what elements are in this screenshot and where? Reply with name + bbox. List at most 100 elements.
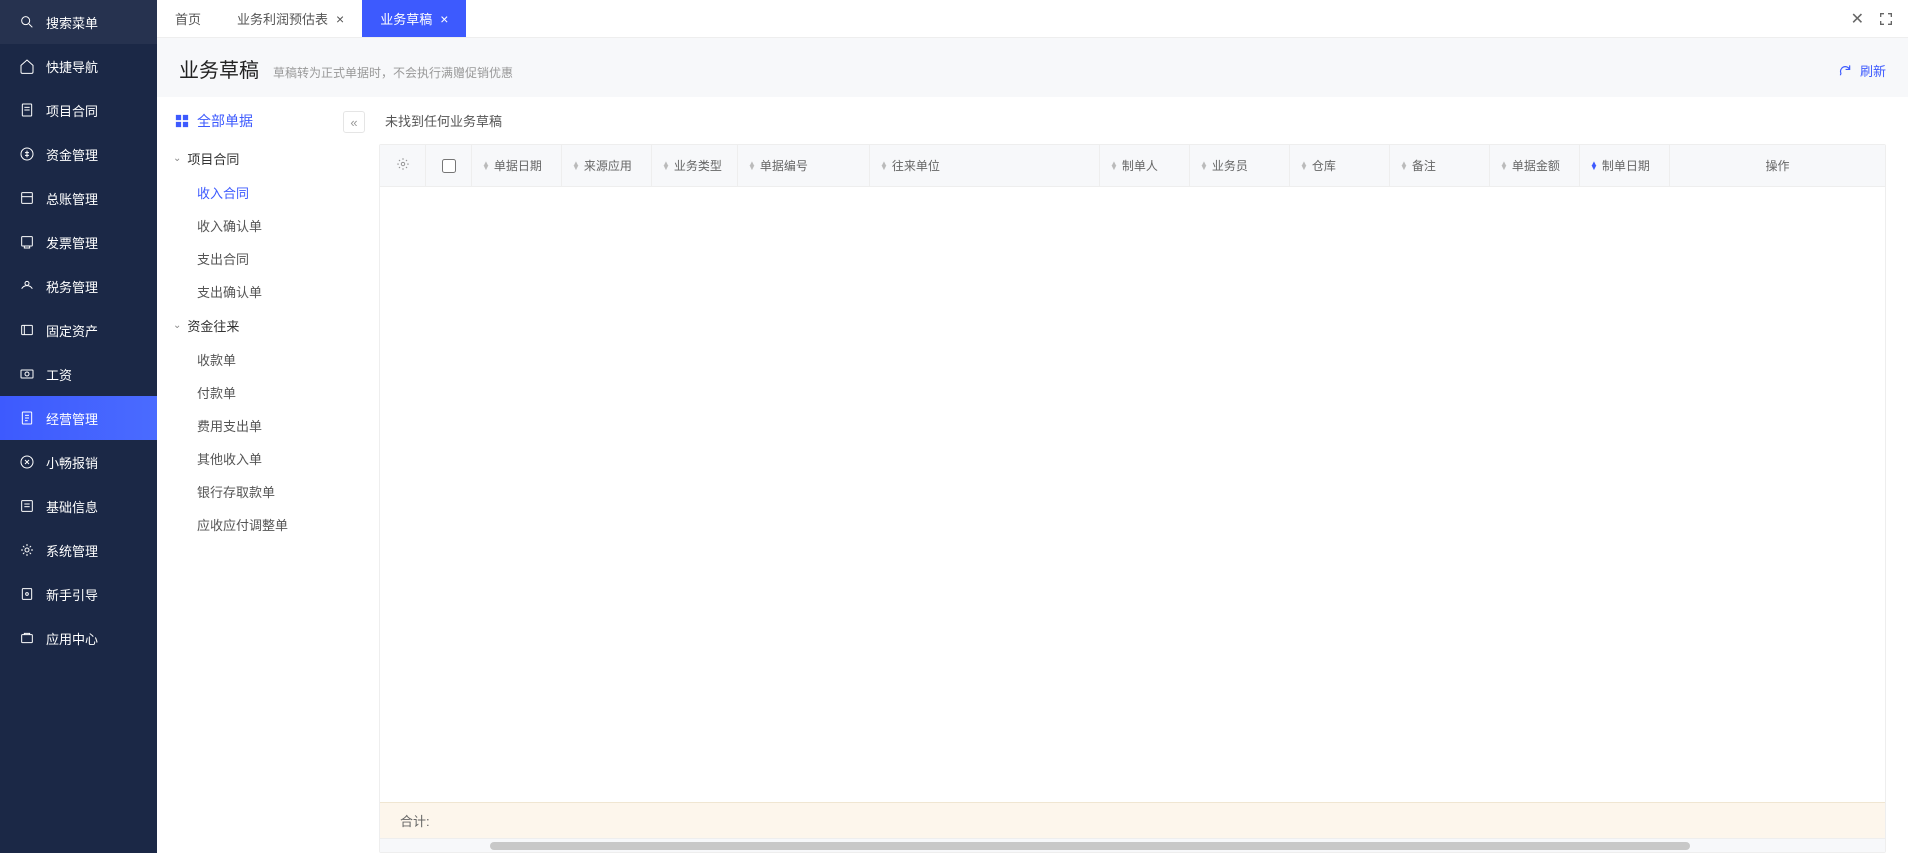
close-icon[interactable]: × <box>440 12 448 26</box>
sidebar-item-asset[interactable]: 固定资产 <box>0 308 157 352</box>
col-amount[interactable]: ▲▼单据金额 <box>1490 145 1580 186</box>
sidebar-label: 税务管理 <box>46 277 98 296</box>
invoice-icon <box>18 233 36 251</box>
sidebar-item-ledger[interactable]: 总账管理 <box>0 176 157 220</box>
sidebar-item-search[interactable]: 搜索菜单 <box>0 0 157 44</box>
info-icon <box>18 497 36 515</box>
chevron-left-icon: « <box>350 115 357 130</box>
sec-item-income-contract[interactable]: 收入合同 <box>157 176 371 209</box>
col-contact-unit[interactable]: ▲▼往来单位 <box>870 145 1100 186</box>
money-icon <box>18 145 36 163</box>
select-all-checkbox[interactable] <box>426 145 472 186</box>
tab-business-draft[interactable]: 业务草稿 × <box>362 0 466 37</box>
table-body <box>380 187 1885 802</box>
sidebar-item-expense[interactable]: 小畅报销 <box>0 440 157 484</box>
sidebar-label: 应用中心 <box>46 629 98 648</box>
business-icon <box>18 409 36 427</box>
col-creator[interactable]: ▲▼制单人 <box>1100 145 1190 186</box>
tab-label: 首页 <box>175 9 201 28</box>
tab-label: 业务利润预估表 <box>237 9 328 28</box>
sidebar-label: 经营管理 <box>46 409 98 428</box>
sec-item-income-confirm[interactable]: 收入确认单 <box>157 209 371 242</box>
sort-icon: ▲▼ <box>1110 162 1118 170</box>
col-doc-date[interactable]: ▲▼单据日期 <box>472 145 562 186</box>
scrollbar-thumb[interactable] <box>490 842 1690 850</box>
sidebar-label: 项目合同 <box>46 101 98 120</box>
search-icon <box>18 13 36 31</box>
sec-all-label: 全部单据 <box>197 111 253 131</box>
sec-group-contract[interactable]: ⌄ 项目合同 <box>157 141 371 176</box>
sidebar-item-salary[interactable]: 工资 <box>0 352 157 396</box>
sidebar-item-tax[interactable]: 税务管理 <box>0 264 157 308</box>
fullscreen-button[interactable] <box>1878 11 1894 27</box>
sec-all-docs[interactable]: 全部单据 <box>157 111 371 141</box>
tab-home[interactable]: 首页 <box>157 0 219 37</box>
refresh-icon <box>1838 63 1852 77</box>
sort-icon: ▲▼ <box>662 162 670 170</box>
sec-item-other-income[interactable]: 其他收入单 <box>157 442 371 475</box>
sidebar-item-guide[interactable]: 新手引导 <box>0 572 157 616</box>
sidebar-item-baseinfo[interactable]: 基础信息 <box>0 484 157 528</box>
page-subtitle: 草稿转为正式单据时，不会执行满赠促销优惠 <box>273 64 513 81</box>
sidebar-item-invoice[interactable]: 发票管理 <box>0 220 157 264</box>
sort-icon: ▲▼ <box>572 162 580 170</box>
collapse-sidebar-button[interactable]: « <box>343 111 365 133</box>
sidebar-item-quicknav[interactable]: 快捷导航 <box>0 44 157 88</box>
close-all-button[interactable]: ✕ <box>1851 9 1864 29</box>
refresh-button[interactable]: 刷新 <box>1838 61 1886 80</box>
col-source-app[interactable]: ▲▼来源应用 <box>562 145 652 186</box>
sidebar-item-contract[interactable]: 项目合同 <box>0 88 157 132</box>
sec-item-bank-transfer[interactable]: 银行存取款单 <box>157 475 371 508</box>
col-create-date[interactable]: ▲▼制单日期 <box>1580 145 1670 186</box>
col-doc-no[interactable]: ▲▼单据编号 <box>738 145 870 186</box>
col-warehouse[interactable]: ▲▼仓库 <box>1290 145 1390 186</box>
data-table: ▲▼单据日期 ▲▼来源应用 ▲▼业务类型 ▲▼单据编号 ▲▼往来单位 ▲▼制单人… <box>379 144 1886 853</box>
checkbox-input[interactable] <box>442 159 456 173</box>
sidebar-item-system[interactable]: 系统管理 <box>0 528 157 572</box>
sort-icon: ▲▼ <box>748 162 756 170</box>
tax-icon <box>18 277 36 295</box>
sort-icon: ▲▼ <box>482 162 490 170</box>
main-area: 首页 业务利润预估表 × 业务草稿 × ✕ 业务草稿 草稿转为正式单据时，不会执… <box>157 0 1908 853</box>
tab-profit-estimate[interactable]: 业务利润预估表 × <box>219 0 362 37</box>
sec-group-label: 资金往来 <box>187 316 239 335</box>
close-icon[interactable]: × <box>336 12 344 26</box>
expense-icon <box>18 453 36 471</box>
sec-item-outcome-contract[interactable]: 支出合同 <box>157 242 371 275</box>
system-icon <box>18 541 36 559</box>
main-sidebar: 搜索菜单 快捷导航 项目合同 资金管理 总账管理 发票管理 税务管理 固定资产 <box>0 0 157 853</box>
sec-item-payment[interactable]: 付款单 <box>157 376 371 409</box>
sidebar-item-fund[interactable]: 资金管理 <box>0 132 157 176</box>
col-biz-type[interactable]: ▲▼业务类型 <box>652 145 738 186</box>
sidebar-item-appcenter[interactable]: 应用中心 <box>0 616 157 660</box>
salary-icon <box>18 365 36 383</box>
secondary-sidebar: 全部单据 « ⌄ 项目合同 收入合同 收入确认单 支出合同 支出确认单 ⌄ 资金… <box>157 97 371 853</box>
tabs-bar: 首页 业务利润预估表 × 业务草稿 × ✕ <box>157 0 1908 38</box>
chevron-down-icon: ⌄ <box>173 320 181 331</box>
gear-icon <box>396 157 410 174</box>
sec-item-receipt[interactable]: 收款单 <box>157 343 371 376</box>
col-salesperson[interactable]: ▲▼业务员 <box>1190 145 1290 186</box>
footer-total-label: 合计: <box>400 811 430 830</box>
asset-icon <box>18 321 36 339</box>
sort-icon: ▲▼ <box>1400 162 1408 170</box>
table-header-row: ▲▼单据日期 ▲▼来源应用 ▲▼业务类型 ▲▼单据编号 ▲▼往来单位 ▲▼制单人… <box>380 145 1885 187</box>
sort-icon: ▲▼ <box>1300 162 1308 170</box>
column-settings-button[interactable] <box>380 145 426 186</box>
sidebar-label: 小畅报销 <box>46 453 98 472</box>
ledger-icon <box>18 189 36 207</box>
sidebar-label: 基础信息 <box>46 497 98 516</box>
sec-group-fund[interactable]: ⌄ 资金往来 <box>157 308 371 343</box>
sec-group-label: 项目合同 <box>187 149 239 168</box>
page-title: 业务草稿 <box>179 54 259 83</box>
sec-item-expense[interactable]: 费用支出单 <box>157 409 371 442</box>
sec-item-ar-ap-adjust[interactable]: 应收应付调整单 <box>157 508 371 541</box>
page-header: 业务草稿 草稿转为正式单据时，不会执行满赠促销优惠 刷新 <box>157 38 1908 97</box>
horizontal-scrollbar[interactable] <box>380 838 1885 852</box>
sec-item-outcome-confirm[interactable]: 支出确认单 <box>157 275 371 308</box>
sidebar-item-business[interactable]: 经营管理 <box>0 396 157 440</box>
sort-icon: ▲▼ <box>880 162 888 170</box>
col-remark[interactable]: ▲▼备注 <box>1390 145 1490 186</box>
refresh-label: 刷新 <box>1860 61 1886 80</box>
sidebar-label: 固定资产 <box>46 321 98 340</box>
